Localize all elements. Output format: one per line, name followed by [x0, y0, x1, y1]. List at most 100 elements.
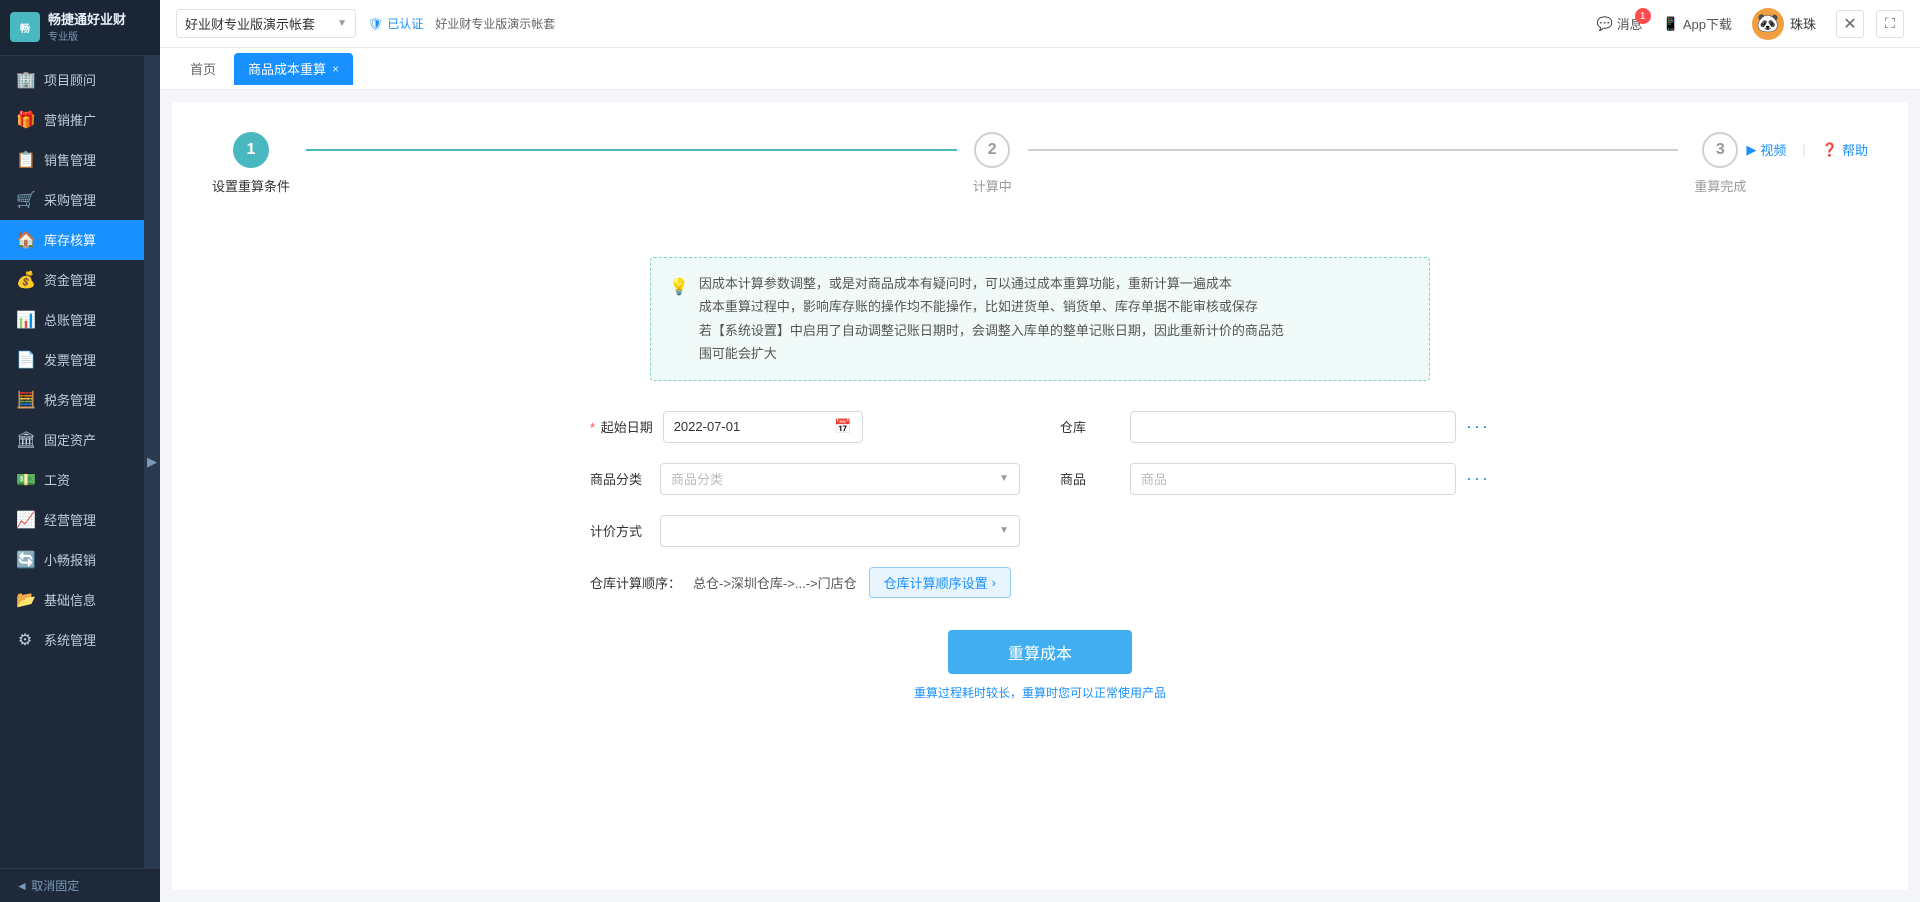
nav-label-assets: 固定资产	[44, 430, 96, 449]
sidebar-nav-area: 🏢项目顾问🎁营销推广📋销售管理🛒采购管理 🏠 库存核算 💰资金管理 📊 总账管理 📄发票管理…	[0, 56, 160, 868]
sidebar-item-operation[interactable]: 📈 经营管理	[0, 500, 144, 540]
nav-label-accounting: 总账管理	[44, 310, 96, 329]
category-label: 商品分类	[590, 469, 650, 488]
app-title-group: 畅捷通好业财 专业版	[48, 12, 126, 43]
form-row-2: 商品分类 商品分类 ▼ 商品 商品 ···	[590, 463, 1490, 495]
inventory-icon: 🏠	[16, 230, 34, 250]
main-area: 好业财专业版演示帐套 ▼ 🛡 已认证 好业财专业版演示帐套 💬 消息 1 📱 A…	[160, 0, 1920, 902]
account-selector[interactable]: 好业财专业版演示帐套 ▼	[176, 9, 356, 38]
divider: |	[1802, 142, 1805, 157]
sidebar-item-invoice[interactable]: 📄发票管理	[0, 340, 144, 380]
step-2-circle: 2	[974, 132, 1010, 168]
form-row-1: * 起始日期 2022-07-01 📅 仓库 ···	[590, 411, 1490, 443]
form-group-product: 商品 商品 ···	[1060, 463, 1490, 495]
question-icon: ❓	[1822, 142, 1838, 158]
step-line-2	[1028, 149, 1679, 151]
nav-label-sales: 销售管理	[44, 150, 96, 169]
sidebar-unpin-btn[interactable]: ◄ 取消固定	[0, 868, 160, 902]
sidebar-item-sales[interactable]: 📋销售管理	[0, 140, 144, 180]
chevron-right-icon: ›	[992, 575, 996, 590]
step-3: 3 重算完成	[1694, 132, 1746, 195]
info-line1: 因成本计算参数调整，或是对商品成本有疑问时，可以通过成本重算功能，重新计算一遍成…	[699, 272, 1284, 295]
user-name: 珠珠	[1790, 14, 1816, 33]
tab-recalc[interactable]: 商品成本重算 ×	[234, 53, 353, 85]
sidebar-item-tax[interactable]: 🧮税务管理	[0, 380, 144, 420]
nav-label-operation: 经营管理	[44, 510, 96, 529]
salary-icon: 💵	[16, 470, 34, 490]
sidebar-item-system[interactable]: ⚙系统管理	[0, 620, 144, 660]
sidebar-scroll[interactable]: ▶	[144, 56, 160, 868]
nav-label-marketing: 营销推广	[44, 110, 96, 129]
app-subtitle: 专业版	[48, 28, 126, 43]
accounting-icon: 📊	[16, 310, 34, 330]
category-select[interactable]: 商品分类 ▼	[660, 463, 1020, 495]
verified-account-name: 好业财专业版演示帐套	[435, 15, 555, 32]
sidebar-item-marketing[interactable]: 🎁营销推广	[0, 100, 144, 140]
form-group-category: 商品分类 商品分类 ▼	[590, 463, 1020, 495]
pricing-label: 计价方式	[590, 521, 650, 540]
video-link[interactable]: ▶ 视频	[1746, 140, 1786, 159]
product-input[interactable]: 商品	[1130, 463, 1456, 495]
form-area: * 起始日期 2022-07-01 📅 仓库 ··· 商品分类	[590, 411, 1490, 701]
stepper: 1 设置重算条件 2 计算中 3 重算完成	[212, 132, 1746, 195]
app-title: 畅捷通好业财	[48, 12, 126, 28]
warehouse-label: 仓库	[1060, 417, 1120, 436]
warehouse-order-row: 仓库计算顺序： 总仓->深圳仓库->...->门店仓 仓库计算顺序设置 ›	[590, 567, 1490, 598]
product-placeholder: 商品	[1141, 469, 1167, 488]
info-line4: 围可能会扩大	[699, 342, 1284, 365]
sidebar-item-project[interactable]: 🏢项目顾问	[0, 60, 144, 100]
form-group-warehouse: 仓库 ···	[1060, 411, 1490, 443]
sidebar-item-inventory[interactable]: 🏠 库存核算	[0, 220, 144, 260]
operation-icon: 📈	[16, 510, 34, 530]
warehouse-dots-btn[interactable]: ···	[1466, 416, 1490, 437]
user-menu[interactable]: 🐼 珠珠	[1752, 8, 1816, 40]
sidebar-item-assets[interactable]: 🏛固定资产	[0, 420, 144, 460]
recalc-hint: 重算过程耗时较长，重算时您可以正常使用产品	[914, 684, 1166, 701]
nav-label-tax: 税务管理	[44, 390, 96, 409]
step-1-label: 设置重算条件	[212, 176, 290, 195]
warehouse-order-settings-btn[interactable]: 仓库计算顺序设置 ›	[869, 567, 1011, 598]
product-dots-btn[interactable]: ···	[1466, 468, 1490, 489]
form-group-date: * 起始日期 2022-07-01 📅	[590, 411, 1020, 443]
start-date-input[interactable]: 2022-07-01 📅	[663, 411, 863, 443]
tabs-bar: 首页 商品成本重算 ×	[160, 48, 1920, 90]
app-download-btn[interactable]: 📱 App下载	[1663, 14, 1732, 33]
tab-close-icon[interactable]: ×	[332, 62, 339, 76]
info-line2: 成本重算过程中，影响库存账的操作均不能操作，比如进货单、销货单、库存单据不能审核…	[699, 295, 1284, 318]
recalc-area: 重算成本 重算过程耗时较长，重算时您可以正常使用产品	[590, 630, 1490, 701]
expand-panel-btn[interactable]: ⛶	[1876, 10, 1904, 38]
nav-label-inventory: 库存核算	[44, 230, 96, 249]
step-3-label: 重算完成	[1694, 176, 1746, 195]
step-3-circle: 3	[1702, 132, 1738, 168]
nav-label-system: 系统管理	[44, 630, 96, 649]
sidebar-item-salary[interactable]: 💵工资	[0, 460, 144, 500]
warehouse-order-value: 总仓->深圳仓库->...->门店仓	[693, 573, 857, 592]
sidebar: 畅 畅捷通好业财 专业版 🏢项目顾问🎁营销推广📋销售管理🛒采购管理 🏠 库存核算 💰资…	[0, 0, 160, 902]
sidebar-header: 畅 畅捷通好业财 专业版	[0, 0, 160, 56]
category-chevron-icon: ▼	[999, 473, 1009, 484]
sidebar-item-purchase[interactable]: 🛒采购管理	[0, 180, 144, 220]
invoice-icon: 📄	[16, 350, 34, 370]
nav-label-purchase: 采购管理	[44, 190, 96, 209]
message-icon: 💬	[1596, 16, 1612, 32]
tab-home-label: 首页	[190, 59, 216, 78]
help-link[interactable]: ❓ 帮助	[1822, 140, 1868, 159]
nav-label-basic: 基础信息	[44, 590, 96, 609]
step-1-circle: 1	[233, 132, 269, 168]
warehouse-input[interactable]	[1130, 411, 1456, 443]
step-1: 1 设置重算条件	[212, 132, 290, 195]
form-group-pricing: 计价方式 ▼	[590, 515, 1020, 547]
info-text: 因成本计算参数调整，或是对商品成本有疑问时，可以通过成本重算功能，重新计算一遍成…	[699, 272, 1284, 366]
calendar-icon[interactable]: 📅	[834, 418, 851, 435]
sidebar-item-finance[interactable]: 💰资金管理	[0, 260, 144, 300]
message-btn[interactable]: 💬 消息 1	[1596, 14, 1642, 33]
pricing-select[interactable]: ▼	[660, 515, 1020, 547]
recalc-btn[interactable]: 重算成本	[948, 630, 1132, 674]
tab-home[interactable]: 首页	[176, 53, 230, 85]
sidebar-item-accounting[interactable]: 📊 总账管理	[0, 300, 144, 340]
sidebar-item-basic[interactable]: 📂基础信息	[0, 580, 144, 620]
sidebar-item-expense[interactable]: 🔄小畅报销	[0, 540, 144, 580]
product-label: 商品	[1060, 469, 1120, 488]
expense-icon: 🔄	[16, 550, 34, 570]
close-panel-btn[interactable]: ✕	[1836, 10, 1864, 38]
